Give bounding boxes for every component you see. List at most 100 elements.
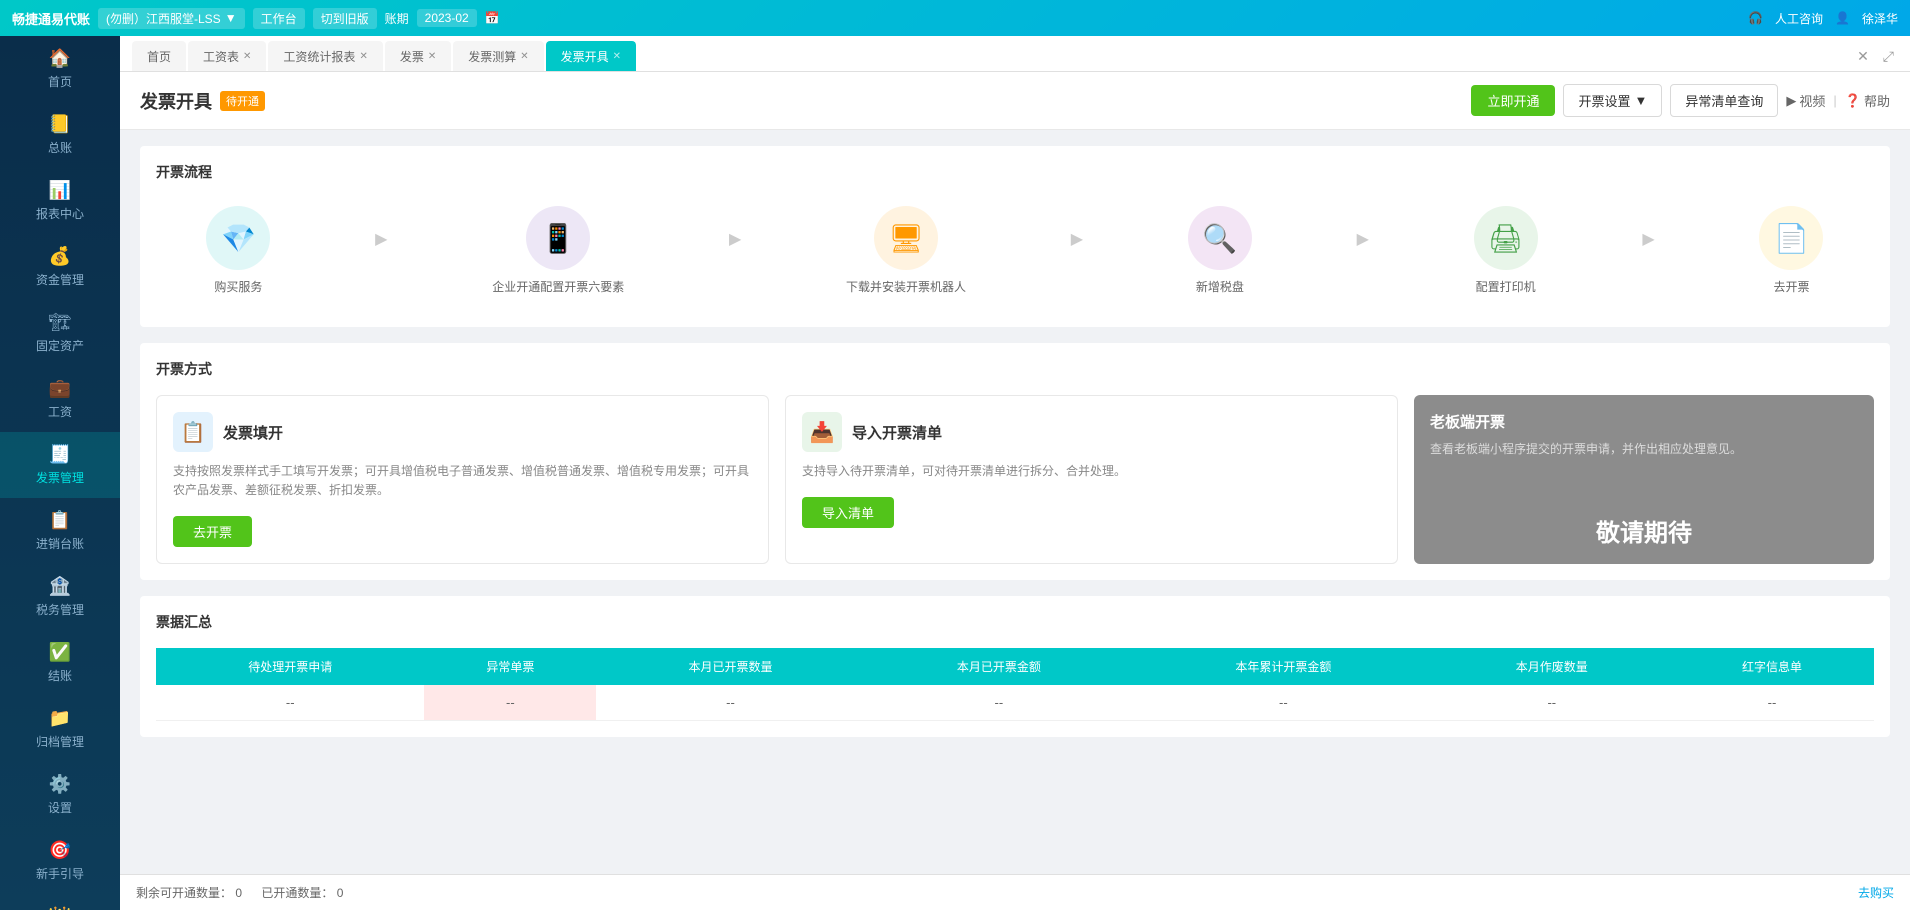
sidebar-label-reports: 报表中心 [36, 205, 84, 222]
import-open-btn[interactable]: 导入清单 [802, 497, 894, 528]
fill-open-title: 发票填开 [223, 422, 283, 443]
sidebar-item-settings[interactable]: ⚙️设置 [0, 762, 120, 828]
flow-arrow-3: ▶ [1357, 229, 1369, 273]
old-terminal-card: 老板端开票 查看老板端小程序提交的开票申请，并作出相应处理意见。 敬请期待 [1414, 395, 1874, 564]
app-logo: 畅捷通易代账 [12, 9, 90, 28]
tab-bar: 首页工资表✕工资统计报表✕发票✕发票测算✕发票开具✕ ✕ ⤢ [120, 36, 1910, 72]
sidebar-item-invoice-mgr[interactable]: 🧾发票管理 [0, 432, 120, 498]
summary-val-0: -- [156, 685, 424, 721]
tab-label-invoice: 发票 [400, 48, 424, 65]
flow-step-buy-service[interactable]: 💎 购买服务 [206, 206, 270, 295]
sidebar-item-home[interactable]: 🏠首页 [0, 36, 120, 102]
fill-open-header: 📋 发票填开 [173, 412, 752, 452]
sidebar-label-home: 首页 [48, 73, 72, 90]
import-open-title: 导入开票清单 [852, 422, 942, 443]
flow-step-icon-enterprise-setup: 📱 [526, 206, 590, 270]
summary-val-2: -- [596, 685, 864, 721]
sidebar-icon-invoice-mgr: 🧾 [49, 444, 71, 465]
sidebar-label-ledger: 总账 [48, 139, 72, 156]
page-body: 开票流程 💎 购买服务 ▶ 📱 企业开通配置开票六要素 ▶ 🖥 下载并安装开票机… [120, 130, 1910, 874]
tab-invoice-calc[interactable]: 发票测算✕ [453, 41, 543, 71]
sidebar-item-reports[interactable]: 📊报表中心 [0, 168, 120, 234]
flow-step-download-robot[interactable]: 🖥 下载并安装开票机器人 [846, 206, 966, 295]
tab-close-salary-report[interactable]: ✕ [359, 51, 367, 62]
sidebar-icon-settings: ⚙️ [49, 774, 71, 795]
summary-val-5: -- [1434, 685, 1670, 721]
sidebar-icon-ledger: 📒 [49, 114, 71, 135]
import-open-icon: 📥 [802, 412, 842, 452]
tab-close-salary[interactable]: ✕ [243, 51, 251, 62]
tab-close-invoice[interactable]: ✕ [428, 51, 436, 62]
help-btn[interactable]: ❓ 帮助 [1845, 91, 1890, 110]
sidebar-item-assets[interactable]: 🏗固定资产 [0, 300, 120, 366]
flow-step-config-printer[interactable]: 🖨 配置打印机 [1474, 206, 1538, 295]
flow-arrow-4: ▶ [1642, 229, 1654, 273]
flow-arrow-0: ▶ [375, 229, 387, 273]
open-settings-btn[interactable]: 开票设置 ▼ [1563, 84, 1662, 117]
tab-close-invoice-calc[interactable]: ✕ [520, 51, 528, 62]
flow-step-enterprise-setup[interactable]: 📱 企业开通配置开票六要素 [492, 206, 624, 295]
bottom-info: 剩余可开通数量： 0 已开通数量： 0 [136, 884, 343, 901]
help-icon: ❓ [1845, 93, 1861, 109]
sidebar-item-settle[interactable]: ✅ 结账 [0, 630, 120, 696]
sidebar-item-funds[interactable]: 💰 资金管理 [0, 234, 120, 300]
tab-invoice[interactable]: 发票 ✕ [385, 41, 451, 71]
tab-salary[interactable]: 工资表✕ [188, 41, 266, 71]
sidebar-item-newbie[interactable]: 🎯新手引导 [0, 828, 120, 894]
flow-step-icon-add-taxbox: 🔍 [1188, 206, 1252, 270]
flow-step-open-invoice[interactable]: 📄 去开票 [1759, 206, 1823, 295]
help-label: 帮助 [1864, 91, 1890, 110]
main-layout: 🏠首页📒总账📊报表中心💰资金管理🏗固定资产💼工资🧾发票管理📋进销台账🏦税务管理✅… [0, 36, 1910, 910]
close-tab-btn[interactable]: ✕ [1853, 46, 1873, 67]
sidebar-item-ledger[interactable]: 📒 总账 [0, 102, 120, 168]
sidebar-label-assets: 固定资产 [36, 337, 84, 354]
summary-val-3: -- [865, 685, 1133, 721]
sidebar-item-purchase[interactable]: 📋进销台账 [0, 498, 120, 564]
tab-label-invoice-open: 发票开具 [561, 48, 609, 65]
sidebar-item-archive[interactable]: 📁归档管理 [0, 696, 120, 762]
top-bar: 畅捷通易代账 (勿删）江西服堂-LSS ▼ 工作台 切到旧版 账期 2023-0… [0, 0, 1910, 36]
sidebar-item-member[interactable]: 👑畅会员 [0, 894, 120, 910]
tab-salary-report[interactable]: 工资统计报表 ✕ [268, 41, 382, 71]
sidebar-label-funds: 资金管理 [36, 271, 84, 288]
buy-link[interactable]: 去购买 [1858, 884, 1894, 901]
sidebar-icon-settle: ✅ [49, 642, 71, 663]
import-open-card: 📥 导入开票清单 支持导入待开票清单，可对待开票清单进行拆分、合并处理。 导入清… [785, 395, 1398, 564]
summary-col-4: 本年累计开票金额 [1133, 648, 1434, 685]
sidebar-label-settle: 结账 [48, 667, 72, 684]
open-now-btn[interactable]: 立即开通 [1471, 85, 1555, 116]
fill-open-btn[interactable]: 去开票 [173, 516, 252, 547]
support-label[interactable]: 人工咨询 [1775, 10, 1823, 27]
old-terminal-desc: 查看老板端小程序提交的开票申请，并作出相应处理意见。 [1430, 440, 1858, 493]
flow-step-icon-open-invoice: 📄 [1759, 206, 1823, 270]
company-selector[interactable]: (勿删）江西服堂-LSS ▼ [98, 8, 245, 29]
video-help-btn[interactable]: ▶ 视频 [1786, 91, 1825, 110]
flow-step-icon-buy-service: 💎 [206, 206, 270, 270]
summary-table: 待处理开票申请异常单票本月已开票数量本月已开票金额本年累计开票金额本月作废数量红… [156, 648, 1874, 721]
user-name[interactable]: 徐泽华 [1862, 10, 1898, 27]
tab-home[interactable]: 首页 [132, 41, 186, 71]
sidebar-icon-funds: 💰 [49, 246, 71, 267]
flow-step-label-open-invoice: 去开票 [1773, 278, 1809, 295]
headset-icon: 🎧 [1748, 11, 1763, 25]
company-dropdown-icon: ▼ [225, 11, 237, 25]
sidebar-icon-salary: 💼 [49, 378, 71, 399]
period-value[interactable]: 2023-02 [417, 9, 477, 27]
workspace-btn[interactable]: 工作台 [253, 8, 305, 29]
summary-section: 票据汇总 待处理开票申请异常单票本月已开票数量本月已开票金额本年累计开票金额本月… [140, 596, 1890, 737]
sidebar-item-salary[interactable]: 💼工资 [0, 366, 120, 432]
tab-invoice-open[interactable]: 发票开具 ✕ [546, 41, 636, 71]
summary-col-0: 待处理开票申请 [156, 648, 424, 685]
abnormal-query-btn[interactable]: 异常清单查询 [1670, 84, 1778, 117]
sidebar-icon-member: 👑 [49, 906, 71, 910]
tab-label-salary-report: 工资统计报表 [283, 48, 355, 65]
sidebar-item-tax[interactable]: 🏦税务管理 [0, 564, 120, 630]
flow-section: 开票流程 💎 购买服务 ▶ 📱 企业开通配置开票六要素 ▶ 🖥 下载并安装开票机… [140, 146, 1890, 327]
switch-old-btn[interactable]: 切到旧版 [313, 8, 377, 29]
flow-step-add-taxbox[interactable]: 🔍 新增税盘 [1188, 206, 1252, 295]
tab-close-invoice-open[interactable]: ✕ [613, 51, 621, 62]
page-title: 发票开具 [140, 88, 212, 114]
restore-tab-btn[interactable]: ⤢ [1879, 46, 1898, 67]
calendar-icon: 📅 [485, 11, 500, 25]
sidebar-icon-archive: 📁 [49, 708, 71, 729]
